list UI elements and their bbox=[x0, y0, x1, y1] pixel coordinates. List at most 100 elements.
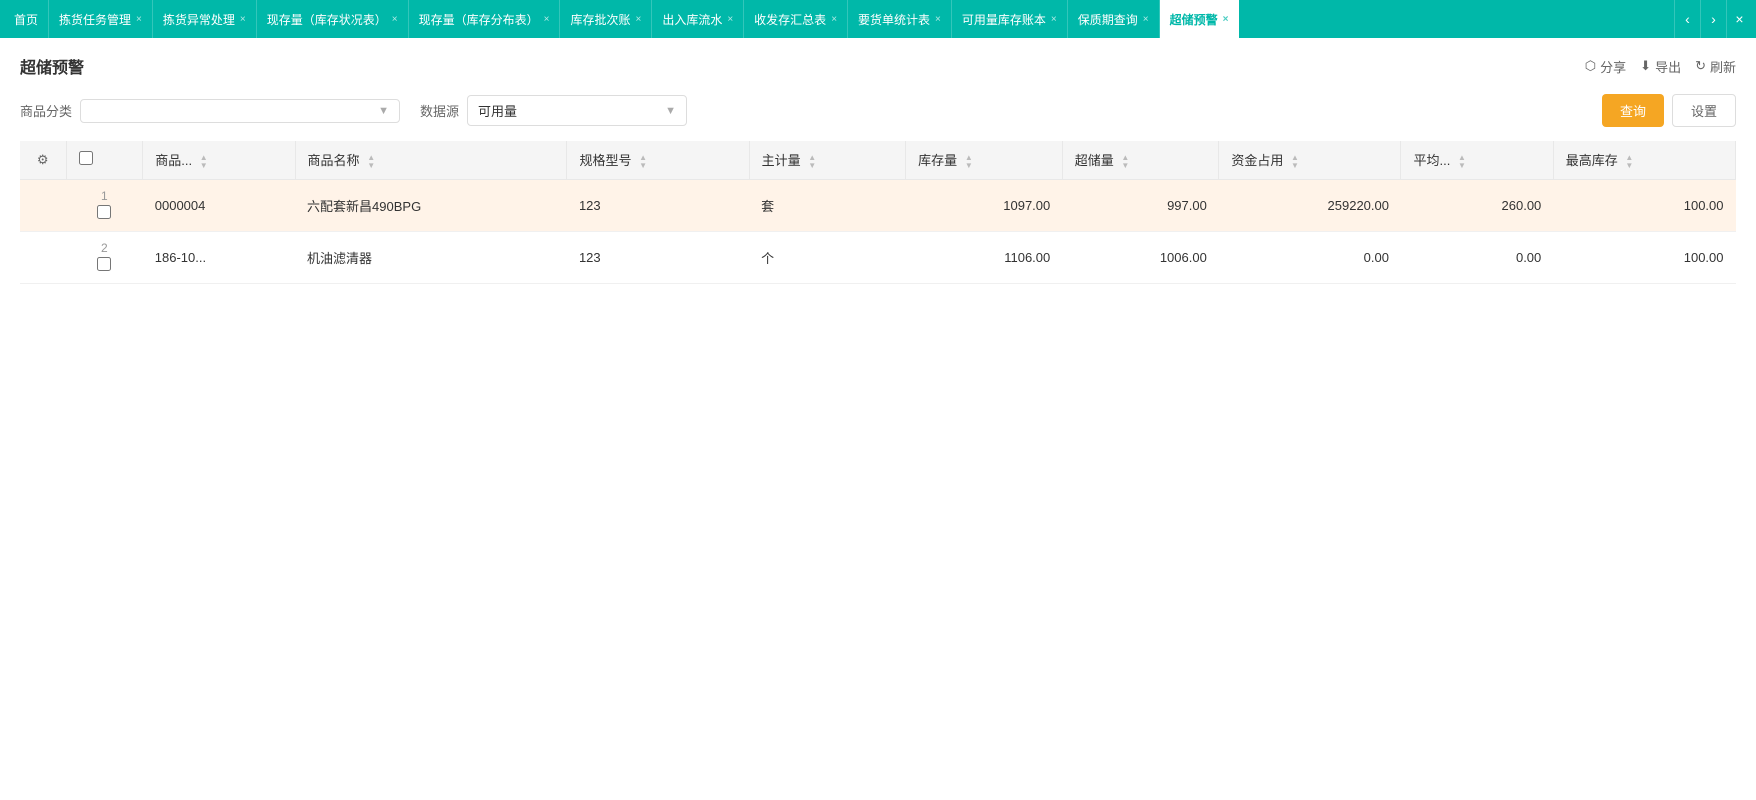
row-checkbox-1[interactable] bbox=[97, 257, 111, 271]
close-tab-summary[interactable]: × bbox=[831, 14, 837, 25]
page-header: 超储预警 ⬡ 分享 ⬇ 导出 ↻ 刷新 bbox=[20, 54, 1736, 78]
nav-close-arrow[interactable]: × bbox=[1726, 0, 1752, 38]
header-actions: ⬡ 分享 ⬇ 导出 ↻ 刷新 bbox=[1585, 57, 1736, 76]
row-settings-cell bbox=[20, 179, 66, 231]
export-button[interactable]: ⬇ 导出 bbox=[1640, 57, 1681, 76]
nav-tab-order-stat[interactable]: 要货单统计表 × bbox=[848, 0, 952, 38]
nav-tab-home[interactable]: 首页 bbox=[4, 0, 49, 38]
col-product-name[interactable]: 商品名称 ▲ ▼ bbox=[295, 141, 567, 179]
page-content: 超储预警 ⬡ 分享 ⬇ 导出 ↻ 刷新 商品分类 ▼ 数据源 bbox=[0, 38, 1756, 800]
close-tab-exception[interactable]: × bbox=[240, 14, 246, 25]
data-table: ⚙ 商品... ▲ ▼ 商品名称 ▲ ▼ bbox=[20, 141, 1736, 284]
category-dropdown-arrow: ▼ bbox=[378, 105, 389, 117]
datasource-label: 数据源 bbox=[420, 101, 459, 120]
row-unit: 个 bbox=[749, 231, 906, 283]
col-stock[interactable]: 库存量 ▲ ▼ bbox=[906, 141, 1063, 179]
sort-icons-spec: ▲ ▼ bbox=[639, 154, 647, 170]
close-tab-inventory-dist[interactable]: × bbox=[544, 14, 550, 25]
row-number: 1 bbox=[78, 189, 131, 203]
close-tab-available[interactable]: × bbox=[1051, 14, 1057, 25]
col-overstock[interactable]: 超储量 ▲ ▼ bbox=[1062, 141, 1219, 179]
nav-tab-inventory-status[interactable]: 现存量（库存状况表） × bbox=[257, 0, 409, 38]
row-capital: 0.00 bbox=[1219, 231, 1401, 283]
row-product-name: 六配套新昌490BPG bbox=[295, 179, 567, 231]
nav-tab-available[interactable]: 可用量库存账本 × bbox=[952, 0, 1068, 38]
sort-icons-stock: ▲ ▼ bbox=[965, 154, 973, 170]
nav-tab-overstock[interactable]: 超储预警 × bbox=[1160, 0, 1240, 38]
row-number: 2 bbox=[78, 241, 131, 255]
settings-button[interactable]: 设置 bbox=[1672, 94, 1736, 127]
row-checkbox-0[interactable] bbox=[97, 205, 111, 219]
sort-icons-unit: ▲ ▼ bbox=[808, 154, 816, 170]
close-tab-order-stat[interactable]: × bbox=[935, 14, 941, 25]
sort-icons-capital: ▲ ▼ bbox=[1291, 154, 1299, 170]
col-avg[interactable]: 平均... ▲ ▼ bbox=[1401, 141, 1553, 179]
filter-bar: 商品分类 ▼ 数据源 可用量 ▼ 查询 设置 bbox=[20, 94, 1736, 127]
table-row: 1 0000004 六配套新昌490BPG 123 套 1097.00 997.… bbox=[20, 179, 1736, 231]
export-icon: ⬇ bbox=[1640, 58, 1651, 74]
row-avg: 260.00 bbox=[1401, 179, 1553, 231]
sort-icons-name: ▲ ▼ bbox=[367, 154, 375, 170]
col-unit[interactable]: 主计量 ▲ ▼ bbox=[749, 141, 906, 179]
row-product-code: 186-10... bbox=[143, 231, 295, 283]
nav-prev-arrow[interactable]: ‹ bbox=[1674, 0, 1700, 38]
table-row: 2 186-10... 机油滤清器 123 个 1106.00 1006.00 … bbox=[20, 231, 1736, 283]
row-stock: 1106.00 bbox=[906, 231, 1063, 283]
top-nav: 首页 拣货任务管理 × 拣货异常处理 × 现存量（库存状况表） × 现存量（库存… bbox=[0, 0, 1756, 38]
close-tab-batch[interactable]: × bbox=[635, 14, 641, 25]
col-settings[interactable]: ⚙ bbox=[20, 141, 66, 179]
row-max-stock: 100.00 bbox=[1553, 179, 1735, 231]
nav-tab-batch[interactable]: 库存批次账 × bbox=[560, 0, 652, 38]
datasource-dropdown-arrow: ▼ bbox=[665, 105, 676, 117]
nav-tab-flow[interactable]: 出入库流水 × bbox=[652, 0, 744, 38]
col-max-stock[interactable]: 最高库存 ▲ ▼ bbox=[1553, 141, 1735, 179]
share-button[interactable]: ⬡ 分享 bbox=[1585, 57, 1626, 76]
nav-tab-inventory-dist[interactable]: 现存量（库存分布表） × bbox=[409, 0, 561, 38]
row-overstock: 997.00 bbox=[1062, 179, 1219, 231]
col-spec[interactable]: 规格型号 ▲ ▼ bbox=[567, 141, 749, 179]
settings-gear-icon[interactable]: ⚙ bbox=[37, 152, 49, 167]
share-icon: ⬡ bbox=[1585, 58, 1596, 74]
row-product-name: 机油滤清器 bbox=[295, 231, 567, 283]
category-select[interactable]: ▼ bbox=[80, 99, 400, 123]
table-header-row: ⚙ 商品... ▲ ▼ 商品名称 ▲ ▼ bbox=[20, 141, 1736, 179]
row-stock: 1097.00 bbox=[906, 179, 1063, 231]
category-label: 商品分类 bbox=[20, 101, 72, 120]
nav-tab-exception[interactable]: 拣货异常处理 × bbox=[153, 0, 257, 38]
row-settings-cell bbox=[20, 231, 66, 283]
refresh-button[interactable]: ↻ 刷新 bbox=[1695, 57, 1736, 76]
nav-next-arrow[interactable]: › bbox=[1700, 0, 1726, 38]
row-avg: 0.00 bbox=[1401, 231, 1553, 283]
sort-icons-overstock: ▲ ▼ bbox=[1121, 154, 1129, 170]
datasource-select-value: 可用量 bbox=[478, 101, 517, 120]
datasource-filter: 数据源 可用量 ▼ bbox=[420, 95, 687, 126]
nav-tab-quality[interactable]: 保质期查询 × bbox=[1068, 0, 1160, 38]
datasource-select[interactable]: 可用量 ▼ bbox=[467, 95, 687, 126]
close-tab-overstock[interactable]: × bbox=[1223, 14, 1229, 25]
sort-icons-max-stock: ▲ ▼ bbox=[1625, 154, 1633, 170]
row-product-code: 0000004 bbox=[143, 179, 295, 231]
nav-tab-task[interactable]: 拣货任务管理 × bbox=[49, 0, 153, 38]
row-spec: 123 bbox=[567, 231, 749, 283]
refresh-icon: ↻ bbox=[1695, 58, 1706, 74]
page-title: 超储预警 bbox=[20, 54, 84, 78]
nav-tab-summary[interactable]: 收发存汇总表 × bbox=[744, 0, 848, 38]
filter-actions: 查询 设置 bbox=[1602, 94, 1736, 127]
col-checkbox bbox=[66, 141, 143, 179]
row-capital: 259220.00 bbox=[1219, 179, 1401, 231]
close-tab-quality[interactable]: × bbox=[1143, 14, 1149, 25]
col-product-code[interactable]: 商品... ▲ ▼ bbox=[143, 141, 295, 179]
sort-icons-code: ▲ ▼ bbox=[200, 154, 208, 170]
query-button[interactable]: 查询 bbox=[1602, 94, 1664, 127]
close-tab-task[interactable]: × bbox=[136, 14, 142, 25]
col-capital[interactable]: 资金占用 ▲ ▼ bbox=[1219, 141, 1401, 179]
close-tab-inventory-status[interactable]: × bbox=[392, 14, 398, 25]
sort-icons-avg: ▲ ▼ bbox=[1458, 154, 1466, 170]
close-tab-flow[interactable]: × bbox=[727, 14, 733, 25]
category-filter: 商品分类 ▼ bbox=[20, 99, 400, 123]
row-index-cell: 1 bbox=[66, 179, 143, 231]
row-unit: 套 bbox=[749, 179, 906, 231]
select-all-checkbox[interactable] bbox=[79, 151, 93, 165]
row-overstock: 1006.00 bbox=[1062, 231, 1219, 283]
row-spec: 123 bbox=[567, 179, 749, 231]
